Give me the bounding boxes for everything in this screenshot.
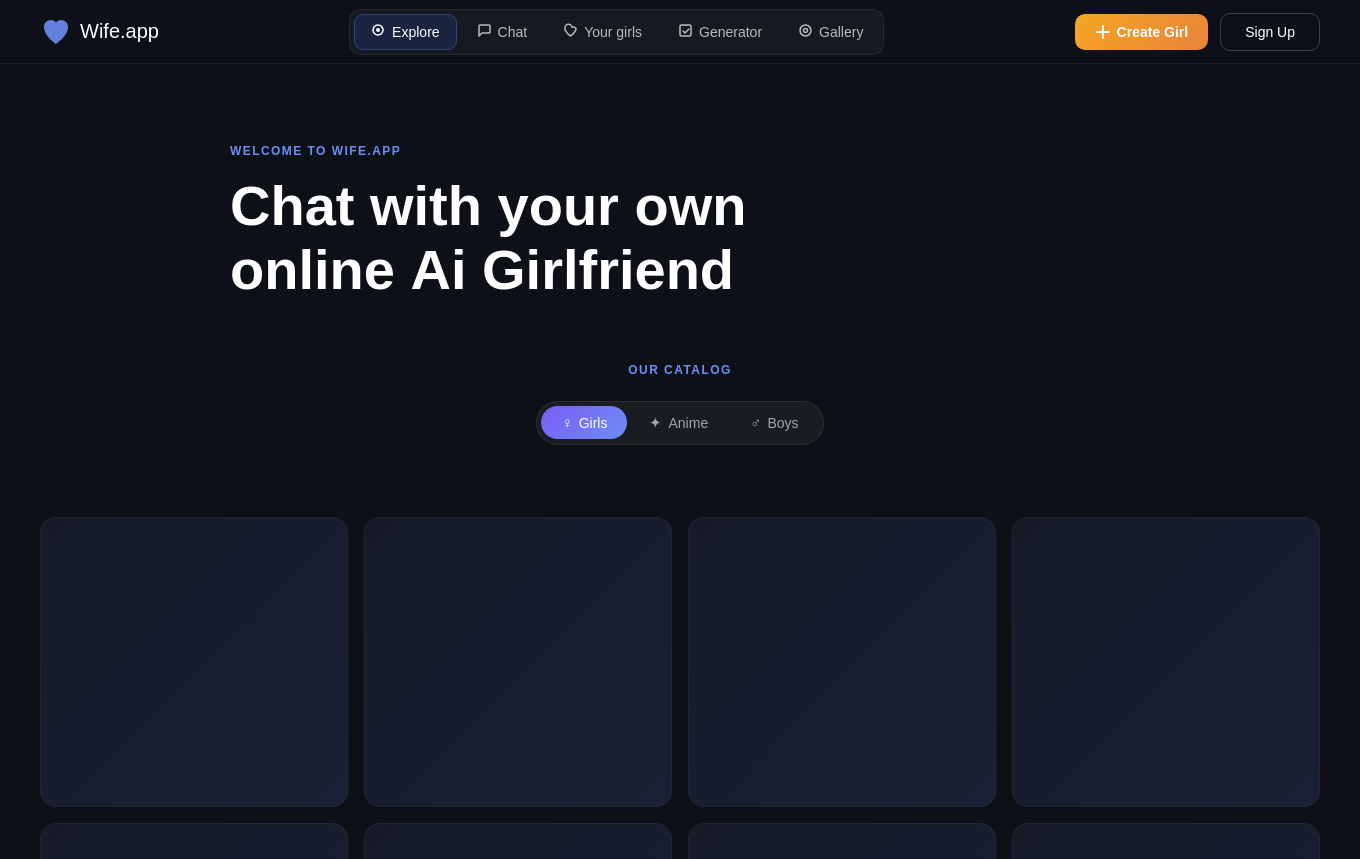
create-icon	[1095, 24, 1111, 40]
anime-icon: ✦	[649, 414, 662, 432]
female-icon: ♀	[561, 414, 572, 431]
male-icon: ♂	[750, 414, 761, 431]
nav-item-explore[interactable]: Explore	[354, 14, 456, 50]
catalog-tab-group: ♀ Girls ✦ Anime ♂ Boys	[536, 401, 823, 445]
tab-girls[interactable]: ♀ Girls	[541, 406, 627, 439]
nav-links: Explore Chat Your girls Generator Galler…	[349, 9, 884, 55]
svg-rect-2	[680, 25, 691, 36]
heart-icon	[563, 23, 578, 41]
explore-icon	[371, 23, 386, 41]
hero-section: WELCOME TO WIFE.APP Chat with your own o…	[0, 64, 1360, 363]
tab-anime[interactable]: ✦ Anime	[629, 406, 728, 440]
nav-item-chat[interactable]: Chat	[461, 15, 544, 49]
catalog-section: OUR CATALOG ♀ Girls ✦ Anime ♂ Boys	[0, 363, 1360, 517]
logo-icon	[40, 16, 72, 48]
hero-title: Chat with your own online Ai Girlfriend	[230, 174, 1130, 303]
logo[interactable]: Wife.app	[40, 16, 159, 48]
create-girl-button[interactable]: Create Girl	[1075, 14, 1209, 50]
nav-item-your-girls[interactable]: Your girls	[547, 15, 658, 49]
signup-button[interactable]: Sign Up	[1220, 13, 1320, 51]
card-item[interactable]	[688, 823, 996, 859]
gallery-icon	[798, 23, 813, 41]
tab-boys[interactable]: ♂ Boys	[730, 406, 818, 439]
welcome-label: WELCOME TO WIFE.APP	[230, 144, 1130, 158]
generator-icon	[678, 23, 693, 41]
card-item[interactable]	[364, 823, 672, 859]
navbar: Wife.app Explore Chat Your girls Gene	[0, 0, 1360, 64]
svg-point-4	[804, 28, 808, 32]
card-item[interactable]	[40, 517, 348, 807]
logo-text: Wife.app	[80, 20, 159, 43]
nav-item-gallery[interactable]: Gallery	[782, 15, 879, 49]
catalog-label: OUR CATALOG	[40, 363, 1320, 377]
card-item[interactable]	[364, 517, 672, 807]
svg-point-1	[376, 28, 380, 32]
card-grid	[0, 517, 1360, 859]
card-item[interactable]	[1012, 517, 1320, 807]
nav-right: Create Girl Sign Up	[1075, 13, 1320, 51]
card-item[interactable]	[688, 517, 996, 807]
nav-item-generator[interactable]: Generator	[662, 15, 778, 49]
chat-icon	[477, 23, 492, 41]
svg-point-3	[800, 25, 811, 36]
card-item[interactable]	[40, 823, 348, 859]
card-item[interactable]	[1012, 823, 1320, 859]
